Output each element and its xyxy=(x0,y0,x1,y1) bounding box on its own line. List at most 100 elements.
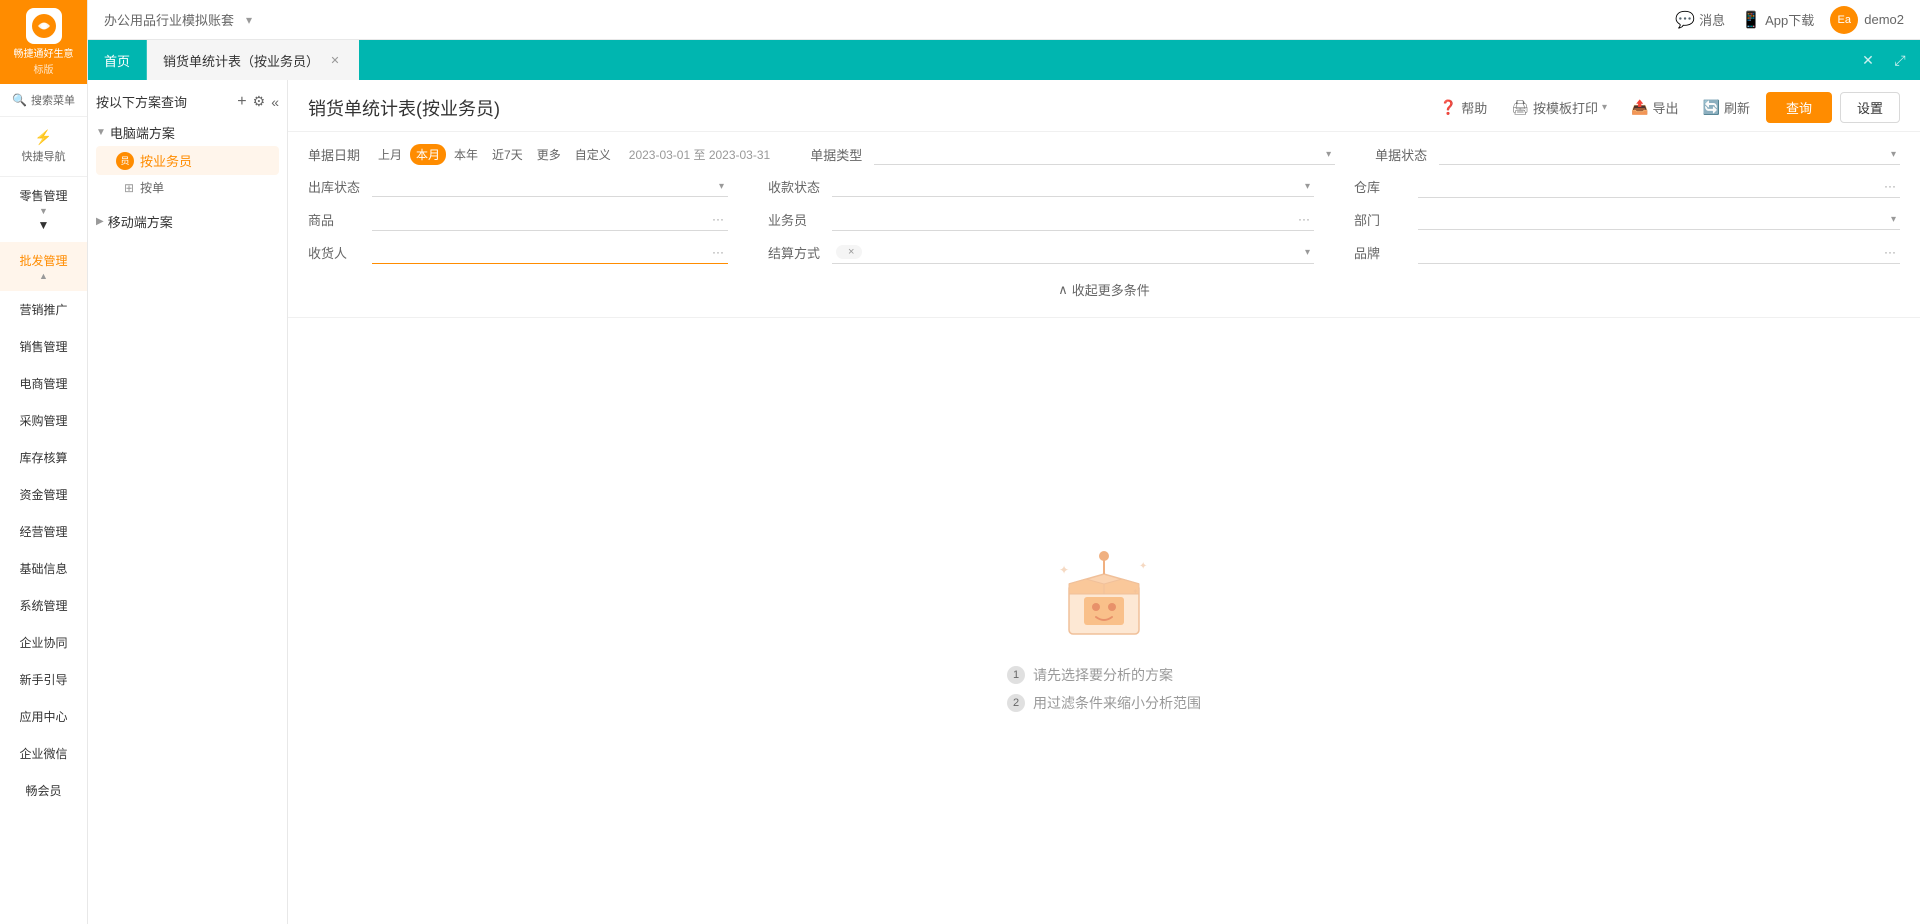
add-scheme-button[interactable]: + xyxy=(237,93,246,111)
warehouse-control[interactable]: ··· xyxy=(1418,175,1900,198)
date-tab-custom[interactable]: 自定义 xyxy=(569,144,617,165)
dept-label: 部门 xyxy=(1354,210,1418,229)
empty-illustration: ✦ ✦ ✦ xyxy=(1044,529,1164,649)
consignee-more-icon[interactable]: ··· xyxy=(712,245,724,259)
template-print-button[interactable]: 🖨 按模板打印 ▾ xyxy=(1503,94,1615,121)
dept-dropdown-icon: ▾ xyxy=(1891,214,1896,225)
export-button[interactable]: 📤 导出 xyxy=(1623,94,1686,121)
scheme-item-label: 按业务员 xyxy=(140,151,192,170)
sidebar-item-inventory[interactable]: 库存核算 xyxy=(0,439,87,476)
filter-payment-method: 结算方式 × ▾ xyxy=(768,241,1314,264)
sidebar-item-marketing[interactable]: 营销推广 xyxy=(0,291,87,328)
sidebar-item-operations[interactable]: 经营管理 xyxy=(0,513,87,550)
message-icon: 💬 xyxy=(1675,10,1695,30)
payment-method-remove-button[interactable]: × xyxy=(848,246,854,258)
refresh-button[interactable]: 🔄 刷新 xyxy=(1695,94,1758,121)
user-profile[interactable]: Ea demo2 xyxy=(1830,6,1904,34)
topbar-title: 办公用品行业模拟账套 xyxy=(104,10,234,29)
message-button[interactable]: 💬 消息 xyxy=(1675,10,1725,30)
topbar-dropdown-icon[interactable]: ▾ xyxy=(246,13,252,27)
filter-row-1: 单据日期 上月 本月 本年 近7天 更多 自定义 2023-03-01 至 20… xyxy=(308,144,1900,165)
sidebar-search[interactable]: 🔍 搜索菜单 xyxy=(0,84,87,117)
sidebar-item-purchase[interactable]: 采购管理 xyxy=(0,402,87,439)
sidebar-shortcut[interactable]: ⚡ 快捷导航 xyxy=(0,123,87,170)
payment-method-control[interactable]: × ▾ xyxy=(832,241,1314,264)
app-subtitle: 标版 xyxy=(34,61,54,76)
mobile-scheme-arrow: ▶ xyxy=(96,216,104,227)
pc-scheme-header[interactable]: ▼ 电脑端方案 xyxy=(96,119,279,146)
content-area: 按以下方案查询 + ⚙ « ▼ 电脑端方案 员 按业务员 xyxy=(88,80,1920,924)
goods-more-icon[interactable]: ··· xyxy=(712,212,724,226)
right-panel: 销货单统计表(按业务员) ❓ 帮助 🖨 按模板打印 ▾ 📤 导出 xyxy=(288,80,1920,924)
svg-text:✦: ✦ xyxy=(1139,561,1147,572)
empty-tip-1: 1 请先选择要分析的方案 xyxy=(1007,665,1201,685)
left-panel: 按以下方案查询 + ⚙ « ▼ 电脑端方案 员 按业务员 xyxy=(88,80,288,924)
date-tab-more[interactable]: 更多 xyxy=(531,144,567,165)
doc-type-control[interactable]: ▾ xyxy=(874,145,1335,165)
tab-expand-button[interactable]: ⤢ xyxy=(1888,48,1912,72)
date-tabs: 上月 本月 本年 近7天 更多 自定义 xyxy=(372,144,617,165)
payment-status-control[interactable]: ▾ xyxy=(832,177,1314,197)
filter-out-status: 出库状态 ▾ xyxy=(308,177,728,197)
consignee-control[interactable]: ··· xyxy=(372,241,728,264)
svg-text:✦: ✦ xyxy=(1132,587,1139,596)
sidebar-item-newbie[interactable]: 新手引导 xyxy=(0,661,87,698)
scheme-sub-item-by-order[interactable]: ⊞ 按单 xyxy=(96,175,279,200)
goods-label: 商品 xyxy=(308,210,372,229)
date-tab-this-year[interactable]: 本年 xyxy=(448,144,484,165)
tab-sales-stat[interactable]: 销货单统计表（按业务员） ✕ xyxy=(147,40,359,80)
goods-control[interactable]: ··· xyxy=(372,208,728,231)
help-button[interactable]: ❓ 帮助 xyxy=(1432,94,1495,121)
query-button[interactable]: 查询 xyxy=(1766,92,1832,123)
brand-more-icon[interactable]: ··· xyxy=(1884,245,1896,259)
sidebar-quick-nav[interactable]: ⚡ 快捷导航 xyxy=(0,117,87,177)
warehouse-more-icon[interactable]: ··· xyxy=(1884,179,1896,193)
settings-scheme-button[interactable]: ⚙ xyxy=(253,93,266,110)
filter-row-2: 出库状态 ▾ 收款状态 ▾ xyxy=(308,175,1900,198)
staff-control[interactable]: ··· xyxy=(832,208,1314,231)
doc-status-label: 单据状态 xyxy=(1375,145,1439,164)
payment-method-dropdown-icon: ▾ xyxy=(1305,247,1310,258)
payment-status-label: 收款状态 xyxy=(768,177,832,196)
tab-home[interactable]: 首页 xyxy=(88,40,147,80)
date-tab-this-month[interactable]: 本月 xyxy=(410,144,446,165)
staff-more-icon[interactable]: ··· xyxy=(1298,212,1310,226)
brand-control[interactable]: ··· xyxy=(1418,241,1900,264)
collapse-filters-button[interactable]: ∧ 收起更多条件 xyxy=(308,274,1900,305)
scheme-item-by-staff[interactable]: 员 按业务员 xyxy=(96,146,279,175)
sidebar-item-member[interactable]: 畅会员 xyxy=(0,772,87,809)
collapse-panel-button[interactable]: « xyxy=(271,94,279,110)
date-label: 单据日期 xyxy=(308,145,372,164)
sidebar-item-enterprise[interactable]: 企业协同 xyxy=(0,624,87,661)
app-download-button[interactable]: 📱 App下载 xyxy=(1741,10,1814,30)
app-name: 畅捷通好生意 xyxy=(14,48,74,61)
empty-state: ✦ ✦ ✦ 1 请先选择要分析的方案 2 用过滤条件来缩小分析范围 xyxy=(288,318,1920,924)
mobile-scheme-header[interactable]: ▶ 移动端方案 xyxy=(96,208,279,235)
logo-icon xyxy=(26,8,62,44)
mobile-scheme-section: ▶ 移动端方案 xyxy=(96,208,279,235)
sidebar-item-apps[interactable]: 应用中心 xyxy=(0,698,87,735)
settings-button[interactable]: 设置 xyxy=(1840,92,1900,123)
dept-control[interactable]: ▾ xyxy=(1418,210,1900,230)
doc-status-control[interactable]: ▾ xyxy=(1439,145,1900,165)
tab-close-all-button[interactable]: ✕ xyxy=(1856,48,1880,72)
staff-label: 业务员 xyxy=(768,210,832,229)
sidebar-item-finance[interactable]: 资金管理 xyxy=(0,476,87,513)
sidebar-item-basic[interactable]: 基础信息 xyxy=(0,550,87,587)
sidebar-item-wechat[interactable]: 企业微信 xyxy=(0,735,87,772)
date-tab-last-7[interactable]: 近7天 xyxy=(486,144,529,165)
filter-brand: 品牌 ··· xyxy=(1354,241,1900,264)
sidebar-item-ecommerce[interactable]: 电商管理 xyxy=(0,365,87,402)
sidebar-item-retail[interactable]: 零售管理 ▼ xyxy=(0,177,87,242)
out-status-control[interactable]: ▾ xyxy=(372,177,728,197)
sidebar-item-sales[interactable]: 销售管理 xyxy=(0,328,87,365)
sidebar-item-system[interactable]: 系统管理 xyxy=(0,587,87,624)
export-icon: 📤 xyxy=(1631,99,1648,116)
date-tab-last-month[interactable]: 上月 xyxy=(372,144,408,165)
empty-tip-2: 2 用过滤条件来缩小分析范围 xyxy=(1007,693,1201,713)
pc-scheme-section: ▼ 电脑端方案 员 按业务员 ⊞ 按单 xyxy=(96,119,279,200)
tab-close-button[interactable]: ✕ xyxy=(327,52,343,68)
brand-label: 品牌 xyxy=(1354,243,1418,262)
sidebar-item-wholesale[interactable]: 批发管理 ▲ xyxy=(0,242,87,291)
date-filter-control: 上月 本月 本年 近7天 更多 自定义 2023-03-01 至 2023-03… xyxy=(372,144,770,165)
